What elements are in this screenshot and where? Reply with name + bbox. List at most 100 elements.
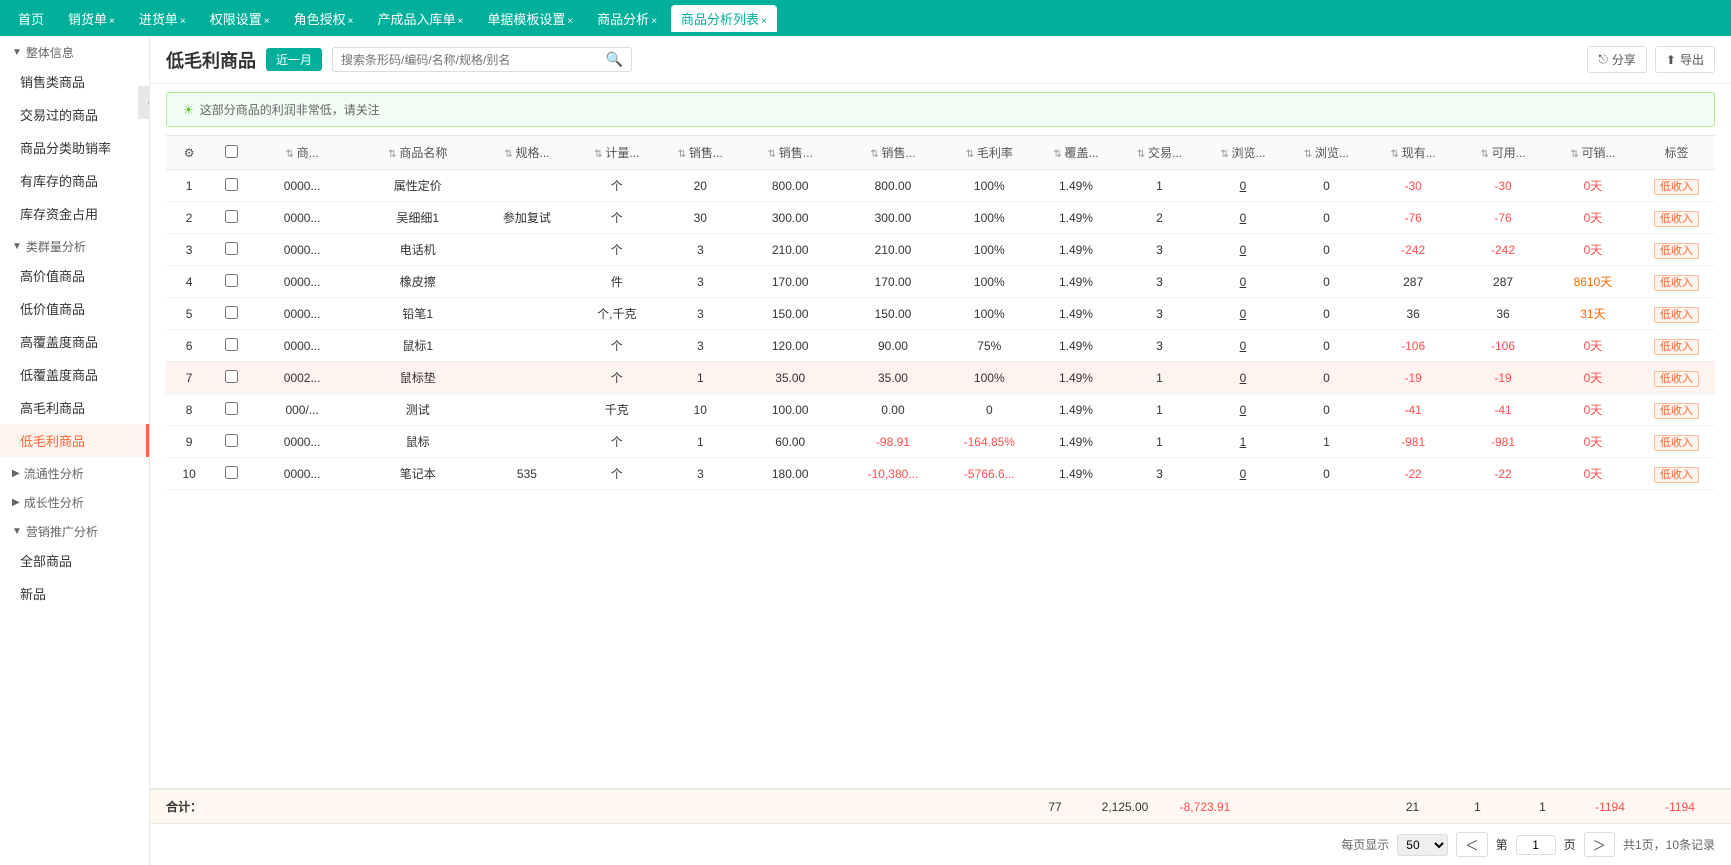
row-sellable: 0天	[1548, 170, 1638, 202]
row-browse1[interactable]: 0	[1201, 362, 1284, 394]
col-sales-qty[interactable]: 销售...	[662, 136, 739, 170]
row-check[interactable]	[212, 298, 251, 330]
row-gross-profit: 0.00	[842, 394, 945, 426]
sidebar-item-new-goods[interactable]: 新品	[0, 577, 149, 610]
sidebar-group-growth[interactable]: ▶ 成长性分析	[0, 486, 149, 515]
next-page-btn[interactable]: ＞	[1584, 832, 1615, 857]
sidebar-item-sales-goods[interactable]: 销售类商品	[0, 65, 149, 98]
nav-sales[interactable]: 销货单×	[58, 5, 125, 32]
row-check[interactable]	[212, 170, 251, 202]
row-browse1[interactable]: 1	[1201, 426, 1284, 458]
row-check[interactable]	[212, 426, 251, 458]
sidebar-item-traded-goods[interactable]: 交易过的商品	[0, 98, 149, 131]
nav-product-in[interactable]: 产成品入库单×	[367, 5, 473, 32]
col-settings[interactable]: ⚙	[166, 136, 212, 170]
search-input[interactable]	[341, 53, 606, 67]
row-checkbox[interactable]	[225, 306, 238, 319]
sidebar-item-category-rate[interactable]: 商品分类助销率	[0, 131, 149, 164]
col-gross-profit[interactable]: 销售...	[842, 136, 945, 170]
row-browse1[interactable]: 0	[1201, 394, 1284, 426]
nav-roles[interactable]: 角色授权×	[284, 5, 364, 32]
col-available[interactable]: 可用...	[1458, 136, 1548, 170]
row-check[interactable]	[212, 362, 251, 394]
nav-purchase[interactable]: 进货单×	[129, 5, 196, 32]
row-checkbox[interactable]	[225, 338, 238, 351]
col-spec[interactable]: 规格...	[482, 136, 572, 170]
row-check[interactable]	[212, 458, 251, 490]
sidebar-item-low-margin[interactable]: 低毛利商品	[0, 424, 149, 457]
row-browse1[interactable]: 0	[1201, 234, 1284, 266]
col-current-stock[interactable]: 现有...	[1368, 136, 1458, 170]
row-current-stock: -76	[1368, 202, 1458, 234]
row-gross-rate: 100%	[944, 234, 1034, 266]
sidebar-item-all-goods[interactable]: 全部商品	[0, 544, 149, 577]
prev-page-btn[interactable]: ＜	[1456, 832, 1487, 857]
row-unit: 千克	[572, 394, 662, 426]
col-sellable[interactable]: 可销...	[1548, 136, 1638, 170]
tag-badge: 低收入	[1654, 211, 1699, 227]
row-sellable: 0天	[1548, 330, 1638, 362]
sidebar-item-high-margin[interactable]: 高毛利商品	[0, 391, 149, 424]
period-button[interactable]: 近一月	[266, 48, 322, 71]
col-unit[interactable]: 计量...	[572, 136, 662, 170]
sidebar-item-high-coverage[interactable]: 高覆盖度商品	[0, 325, 149, 358]
export-button[interactable]: ⬆ 导出	[1655, 46, 1715, 73]
nav-product-analysis[interactable]: 商品分析×	[587, 5, 667, 32]
sidebar-group-flow[interactable]: ▶ 流通性分析	[0, 457, 149, 486]
nav-product-analysis-list[interactable]: 商品分析列表×	[671, 5, 777, 32]
row-checkbox[interactable]	[225, 466, 238, 479]
col-code[interactable]: 商...	[251, 136, 354, 170]
row-browse1[interactable]: 0	[1201, 202, 1284, 234]
sidebar-item-high-value[interactable]: 高价值商品	[0, 259, 149, 292]
page-number-input[interactable]	[1516, 835, 1556, 855]
row-checkbox[interactable]	[225, 370, 238, 383]
total-info: 共1页，10条记录	[1623, 836, 1715, 853]
row-check[interactable]	[212, 202, 251, 234]
row-current-stock: -106	[1368, 330, 1458, 362]
row-browse1[interactable]: 0	[1201, 330, 1284, 362]
sidebar-group-cluster[interactable]: ▼ 类群量分析	[0, 230, 149, 259]
col-browse2[interactable]: 浏览...	[1285, 136, 1368, 170]
search-icon[interactable]: 🔍	[606, 51, 623, 68]
row-checkbox[interactable]	[225, 434, 238, 447]
row-browse1[interactable]: 0	[1201, 298, 1284, 330]
row-check[interactable]	[212, 234, 251, 266]
row-checkbox[interactable]	[225, 210, 238, 223]
row-coverage: 1.49%	[1034, 394, 1117, 426]
nav-permissions[interactable]: 权限设置×	[200, 5, 280, 32]
row-checkbox[interactable]	[225, 402, 238, 415]
nav-template[interactable]: 单据模板设置×	[477, 5, 583, 32]
col-coverage[interactable]: 覆盖...	[1034, 136, 1117, 170]
row-check[interactable]	[212, 394, 251, 426]
row-browse1[interactable]: 0	[1201, 266, 1284, 298]
sidebar-collapse-btn[interactable]: 《	[138, 86, 150, 119]
row-checkbox[interactable]	[225, 178, 238, 191]
row-sellable: 0天	[1548, 394, 1638, 426]
sidebar-item-stock-goods[interactable]: 有库存的商品	[0, 164, 149, 197]
col-name[interactable]: 商品名称	[354, 136, 482, 170]
share-button[interactable]: ⎋ 分享	[1587, 46, 1647, 73]
row-browse1[interactable]: 0	[1201, 170, 1284, 202]
row-checkbox[interactable]	[225, 242, 238, 255]
row-sales-qty: 1	[662, 362, 739, 394]
nav-home[interactable]: 首页	[8, 5, 54, 32]
col-sales-amount[interactable]: 销售...	[739, 136, 842, 170]
row-browse2: 0	[1285, 458, 1368, 490]
col-trade[interactable]: 交易...	[1118, 136, 1201, 170]
sidebar-item-low-value[interactable]: 低价值商品	[0, 292, 149, 325]
col-browse1[interactable]: 浏览...	[1201, 136, 1284, 170]
page-size-select[interactable]: 50 100 200	[1397, 834, 1448, 856]
row-browse1[interactable]: 0	[1201, 458, 1284, 490]
select-all-checkbox[interactable]	[225, 145, 238, 158]
sidebar-item-low-coverage[interactable]: 低覆盖度商品	[0, 358, 149, 391]
row-checkbox[interactable]	[225, 274, 238, 287]
sidebar-group-marketing[interactable]: ▼ 营销推广分析	[0, 515, 149, 544]
sidebar-item-stock-fund[interactable]: 库存资金占用	[0, 197, 149, 230]
row-check[interactable]	[212, 266, 251, 298]
row-gross-profit: -10,380...	[842, 458, 945, 490]
sidebar-group-overall[interactable]: ▼ 整体信息	[0, 36, 149, 65]
col-gross-rate[interactable]: 毛利率	[944, 136, 1034, 170]
row-code: 0000...	[251, 202, 354, 234]
row-check[interactable]	[212, 330, 251, 362]
row-sales-qty: 20	[662, 170, 739, 202]
